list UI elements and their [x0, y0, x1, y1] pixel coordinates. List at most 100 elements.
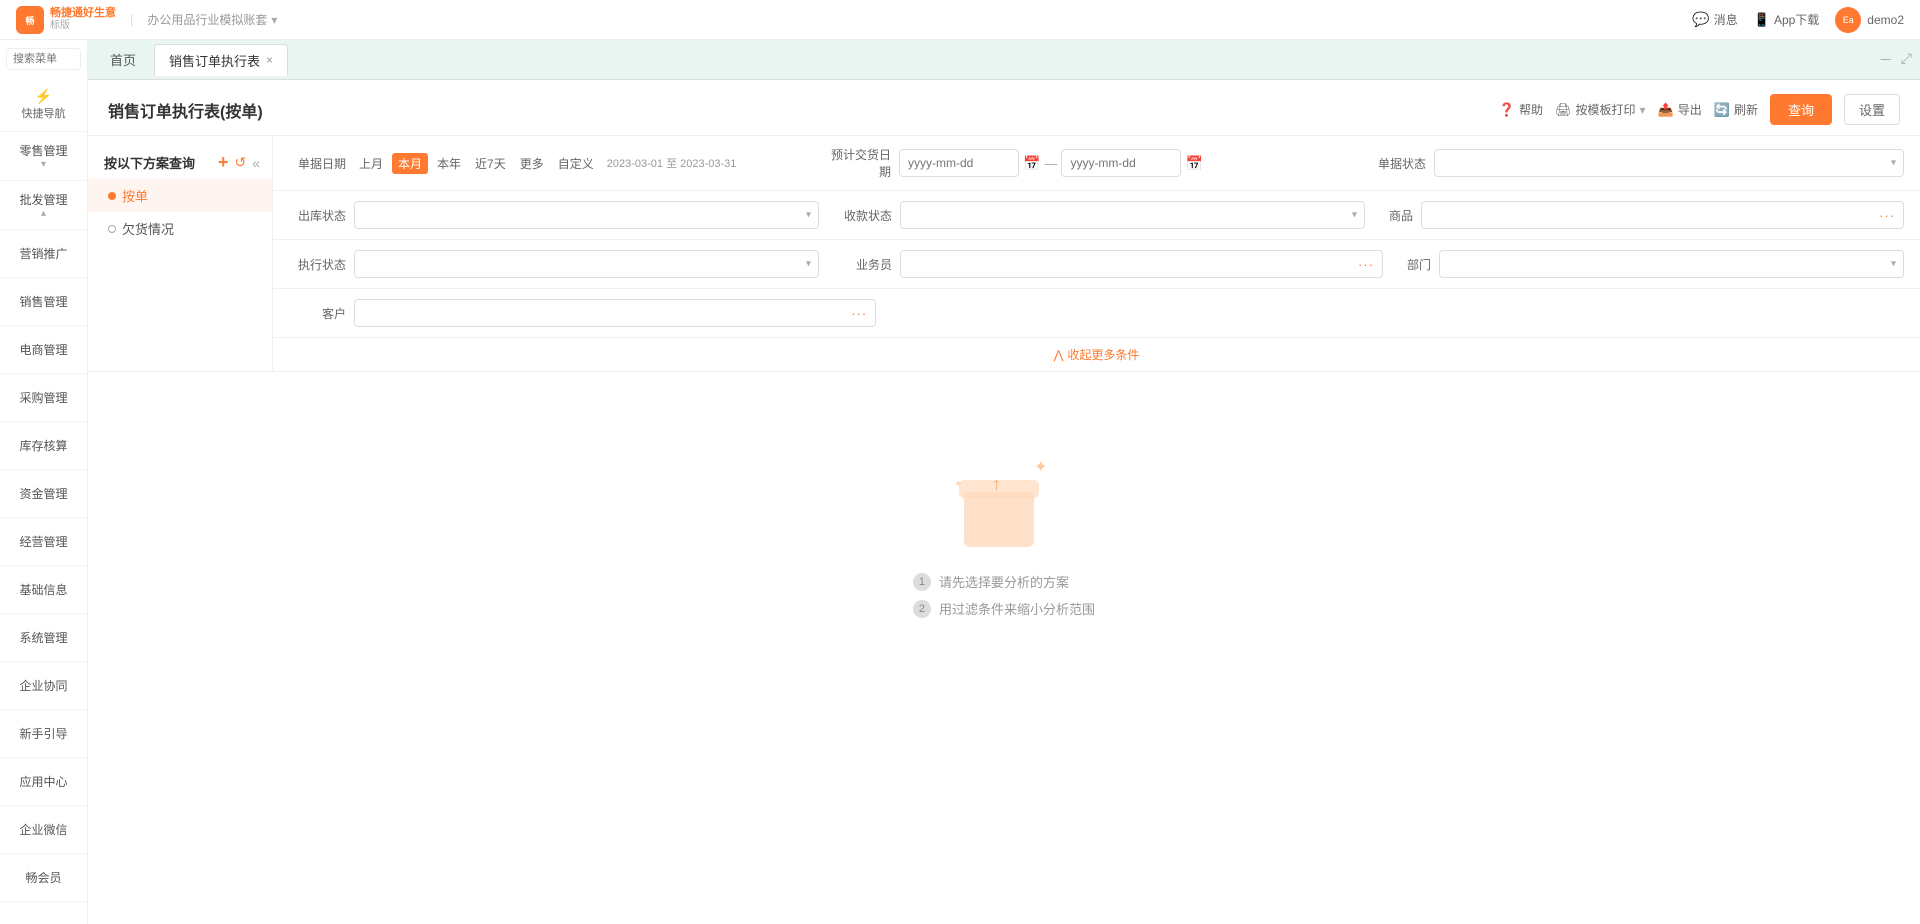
sidebar-item-retail[interactable]: 零售管理 ▾ — [0, 132, 87, 181]
sidebar-item-quick-nav[interactable]: ⚡ 快捷导航 — [0, 78, 87, 132]
status-select[interactable]: 全部 审核 未审核 — [1434, 149, 1904, 177]
refresh-btn[interactable]: 🔄 刷新 — [1714, 101, 1758, 118]
out-status-label: 出库状态 — [289, 207, 354, 224]
export-btn[interactable]: 📤 导出 — [1658, 101, 1702, 118]
refresh-scheme-btn[interactable]: ↺ — [234, 154, 246, 171]
finance-label: 资金管理 — [19, 485, 67, 502]
date-tab-custom[interactable]: 自定义 — [553, 153, 599, 174]
main-container: ⚡ 快捷导航 零售管理 ▾ 批发管理 ▴ 营销推广 销售管理 电商管理 采购管理… — [0, 40, 1920, 924]
sidebar-item-ecom[interactable]: 电商管理 — [0, 326, 87, 374]
sidebar-item-enterprise[interactable]: 企业协同 — [0, 662, 87, 710]
logo-area: 畅 畅捷通好生意 标版 — [16, 6, 116, 34]
sidebar-item-basic[interactable]: 基础信息 — [0, 566, 87, 614]
sidebar-item-purchase[interactable]: 采购管理 — [0, 374, 87, 422]
empty-state: ✦ ✦ ↑ 1 请先选择要分析的方案 2 用过滤条件来缩小分析范围 — [88, 372, 1920, 698]
sidebar-item-marketing[interactable]: 营销推广 — [0, 230, 87, 278]
system-label: 系统管理 — [19, 629, 67, 646]
add-scheme-btn[interactable]: + — [218, 152, 229, 173]
expected-date-from[interactable] — [899, 149, 1019, 177]
user-label: demo2 — [1867, 13, 1904, 27]
collapse-bar[interactable]: ⋀ 收起更多条件 — [273, 338, 1920, 371]
out-status-select[interactable] — [354, 201, 819, 229]
calendar-icon-from[interactable]: 📅 — [1023, 155, 1040, 172]
date-label: 单据日期 — [289, 155, 354, 172]
tip1-num: 1 — [913, 573, 931, 591]
tab-home[interactable]: 首页 — [96, 44, 150, 75]
sidebar-item-system[interactable]: 系统管理 — [0, 614, 87, 662]
sidebar-search-area — [0, 40, 87, 78]
date-tab-this-month[interactable]: 本月 — [392, 153, 428, 174]
sidebar-item-app-center[interactable]: 应用中心 — [0, 758, 87, 806]
print-btn[interactable]: 🖨 按模板打印 ▾ — [1555, 101, 1646, 118]
settings-btn[interactable]: 设置 — [1844, 94, 1900, 125]
search-input[interactable] — [6, 48, 81, 70]
quick-nav-icon: ⚡ — [35, 88, 52, 105]
date-tab-more[interactable]: 更多 — [515, 153, 549, 174]
goods-dots-btn[interactable]: ··· — [1879, 208, 1895, 223]
message-label: 消息 — [1714, 11, 1738, 28]
refresh-icon: 🔄 — [1714, 102, 1730, 118]
print-label: 按模板打印 — [1576, 101, 1636, 118]
breadcrumb[interactable]: 办公用品行业模拟账套 ▾ — [147, 11, 277, 28]
exec-status-select[interactable] — [354, 250, 819, 278]
salesperson-section: ··· — [900, 250, 1383, 278]
enterprise-label: 企业协同 — [19, 677, 67, 694]
expected-date-to[interactable] — [1061, 149, 1181, 177]
salesperson-dots-btn[interactable]: ··· — [1358, 257, 1374, 272]
collapse-panel-btn[interactable]: « — [252, 155, 260, 171]
help-btn[interactable]: ❓ 帮助 — [1499, 101, 1543, 118]
svg-text:↑: ↑ — [992, 474, 1001, 494]
exec-status-label: 执行状态 — [289, 256, 354, 273]
sidebar-item-finance[interactable]: 资金管理 — [0, 470, 87, 518]
tab-expand-icon[interactable]: ⤢ — [1901, 50, 1912, 70]
wechat-label: 企业微信 — [19, 821, 67, 838]
customer-dots-btn[interactable]: ··· — [851, 306, 867, 321]
date-tab-7days[interactable]: 近7天 — [470, 153, 511, 174]
app-download-action[interactable]: 📱 App下载 — [1754, 11, 1820, 28]
dept-select[interactable] — [1439, 250, 1904, 278]
app-center-label: 应用中心 — [19, 773, 67, 790]
scheme-item-shortage[interactable]: 欠货情况 — [88, 212, 272, 245]
svg-text:畅: 畅 — [25, 15, 34, 26]
newbie-label: 新手引导 — [19, 725, 67, 742]
wholesale-arrow: ▴ — [41, 208, 46, 219]
page-title: 销售订单执行表(按单) — [108, 98, 263, 122]
message-action[interactable]: 💬 消息 — [1692, 11, 1737, 28]
user-action[interactable]: Ea demo2 — [1835, 7, 1904, 33]
tab-close-btn[interactable]: × — [266, 53, 273, 67]
receipt-status-select[interactable] — [900, 201, 1365, 229]
sidebar-item-operation[interactable]: 经营管理 — [0, 518, 87, 566]
out-status-section: ▾ — [354, 201, 819, 229]
left-panel-title: 按以下方案查询 — [104, 153, 195, 172]
search-btn[interactable]: 查询 — [1770, 94, 1832, 125]
sidebar-item-wholesale[interactable]: 批发管理 ▴ — [0, 181, 87, 230]
basic-label: 基础信息 — [19, 581, 67, 598]
filter-row-2: 出库状态 ▾ 收款状态 ▾ — [273, 191, 1920, 240]
scheme-item-order[interactable]: 按单 — [88, 179, 272, 212]
calendar-icon-to[interactable]: 📅 — [1185, 155, 1202, 172]
print-dropdown-icon[interactable]: ▾ — [1640, 103, 1646, 117]
sidebar-item-inventory[interactable]: 库存核算 — [0, 422, 87, 470]
date-tab-last-month[interactable]: 上月 — [354, 153, 388, 174]
tip2-num: 2 — [913, 600, 931, 618]
dept-section: ▾ — [1439, 250, 1904, 278]
left-panel-icons: + ↺ « — [218, 152, 260, 173]
empty-tips: 1 请先选择要分析的方案 2 用过滤条件来缩小分析范围 — [913, 572, 1095, 618]
retail-label: 零售管理 — [19, 142, 67, 159]
tab-minimize-icon[interactable]: － — [1879, 50, 1893, 70]
date-section: 上月 本月 本年 近7天 更多 自定义 2023-03-01 至 2023-03… — [354, 153, 824, 174]
goods-section: ··· — [1421, 201, 1904, 229]
left-panel-header: 按以下方案查询 + ↺ « — [88, 146, 272, 179]
tab-sales-order[interactable]: 销售订单执行表 × — [154, 44, 288, 76]
sidebar-item-sales[interactable]: 销售管理 — [0, 278, 87, 326]
date-tab-this-year[interactable]: 本年 — [432, 153, 466, 174]
filter-row-3: 执行状态 ▾ 业务员 ··· 部门 — [273, 240, 1920, 289]
sidebar-item-newbie[interactable]: 新手引导 — [0, 710, 87, 758]
customer-section: ··· — [354, 299, 876, 327]
breadcrumb-dropdown-icon[interactable]: ▾ — [271, 13, 277, 27]
left-panel: 按以下方案查询 + ↺ « 按单 欠货情况 — [88, 136, 273, 371]
ecom-label: 电商管理 — [19, 341, 67, 358]
sidebar-item-member[interactable]: 畅会员 — [0, 854, 87, 902]
sidebar-item-wechat[interactable]: 企业微信 — [0, 806, 87, 854]
logo-icon: 畅 — [16, 6, 44, 34]
